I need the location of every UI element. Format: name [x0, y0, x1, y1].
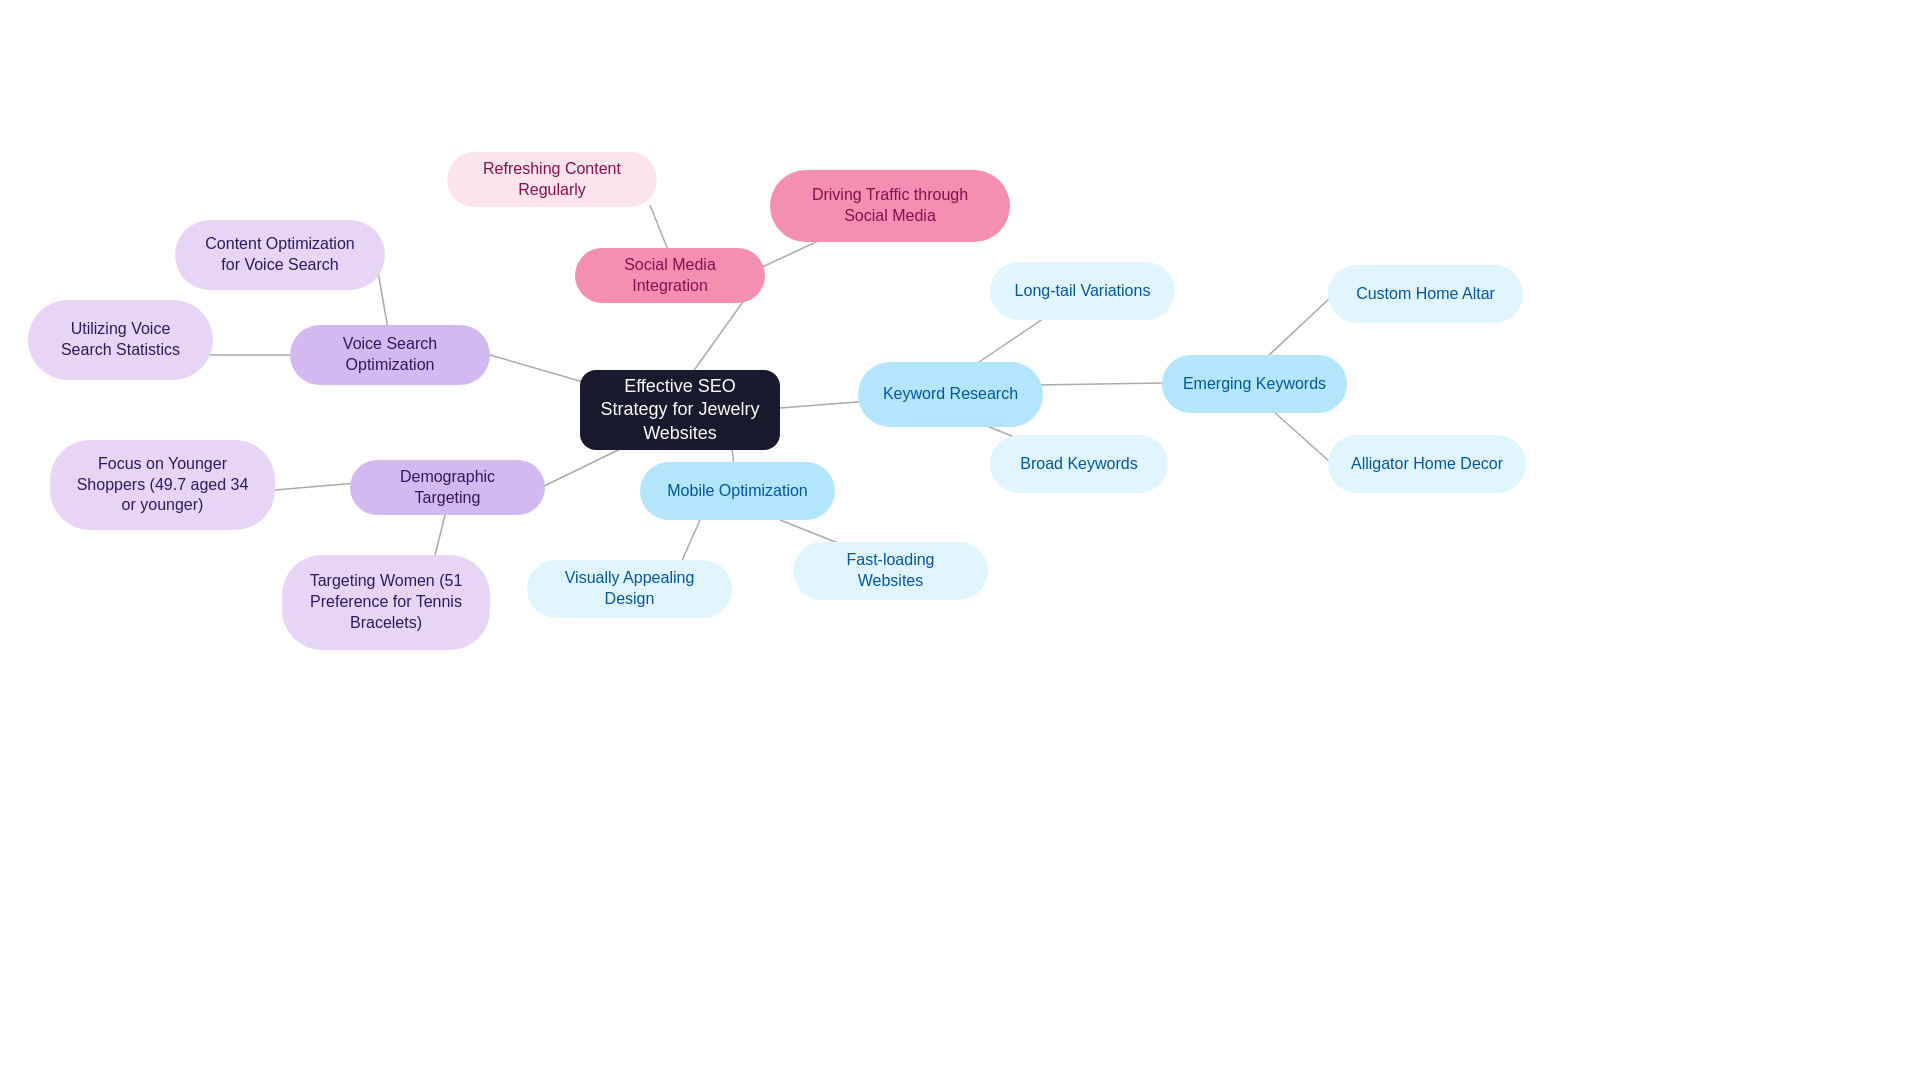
voice-search-label: Voice Search Optimization [310, 334, 470, 376]
voice-search-node: Voice Search Optimization [290, 325, 490, 385]
mobile-optimization-node: Mobile Optimization [640, 462, 835, 520]
refreshing-content-label: Refreshing Content Regularly [467, 159, 637, 201]
custom-home-altar-label: Custom Home Altar [1356, 284, 1495, 305]
alligator-home-decor-node: Alligator Home Decor [1328, 435, 1526, 493]
fast-loading-label: Fast-loading Websites [813, 550, 968, 592]
content-optimization-node: Content Optimization for Voice Search [175, 220, 385, 290]
demographic-targeting-node: Demographic Targeting [350, 460, 545, 515]
driving-traffic-node: Driving Traffic through Social Media [770, 170, 1010, 242]
center-label: Effective SEO Strategy for Jewelry Websi… [600, 375, 760, 445]
utilizing-voice-label: Utilizing Voice Search Statistics [48, 319, 193, 361]
broad-keywords-node: Broad Keywords [990, 435, 1168, 493]
svg-line-7 [650, 205, 668, 250]
content-optimization-label: Content Optimization for Voice Search [195, 234, 365, 276]
focus-younger-label: Focus on Younger Shoppers (49.7 aged 34 … [70, 454, 255, 516]
emerging-keywords-label: Emerging Keywords [1183, 374, 1326, 395]
mobile-optimization-label: Mobile Optimization [667, 481, 808, 502]
svg-line-11 [680, 520, 700, 565]
social-media-label: Social Media Integration [595, 255, 745, 297]
broad-keywords-label: Broad Keywords [1020, 454, 1137, 475]
demographic-targeting-label: Demographic Targeting [370, 467, 525, 509]
driving-traffic-label: Driving Traffic through Social Media [790, 185, 990, 227]
social-media-node: Social Media Integration [575, 248, 765, 303]
targeting-women-node: Targeting Women (51 Preference for Tenni… [282, 555, 490, 650]
custom-home-altar-node: Custom Home Altar [1328, 265, 1523, 323]
longtail-variations-node: Long-tail Variations [990, 262, 1175, 320]
keyword-research-label: Keyword Research [883, 384, 1018, 405]
visually-appealing-node: Visually Appealing Design [527, 560, 732, 618]
refreshing-content-node: Refreshing Content Regularly [447, 152, 657, 207]
alligator-home-decor-label: Alligator Home Decor [1351, 454, 1503, 475]
targeting-women-label: Targeting Women (51 Preference for Tenni… [302, 571, 470, 633]
utilizing-voice-node: Utilizing Voice Search Statistics [28, 300, 213, 380]
svg-line-14 [1035, 383, 1163, 385]
longtail-variations-label: Long-tail Variations [1015, 281, 1151, 302]
visually-appealing-label: Visually Appealing Design [547, 568, 712, 610]
keyword-research-node: Keyword Research [858, 362, 1043, 427]
center-node: Effective SEO Strategy for Jewelry Websi… [580, 370, 780, 450]
emerging-keywords-node: Emerging Keywords [1162, 355, 1347, 413]
svg-line-10 [435, 515, 445, 555]
focus-younger-node: Focus on Younger Shoppers (49.7 aged 34 … [50, 440, 275, 530]
fast-loading-node: Fast-loading Websites [793, 542, 988, 600]
